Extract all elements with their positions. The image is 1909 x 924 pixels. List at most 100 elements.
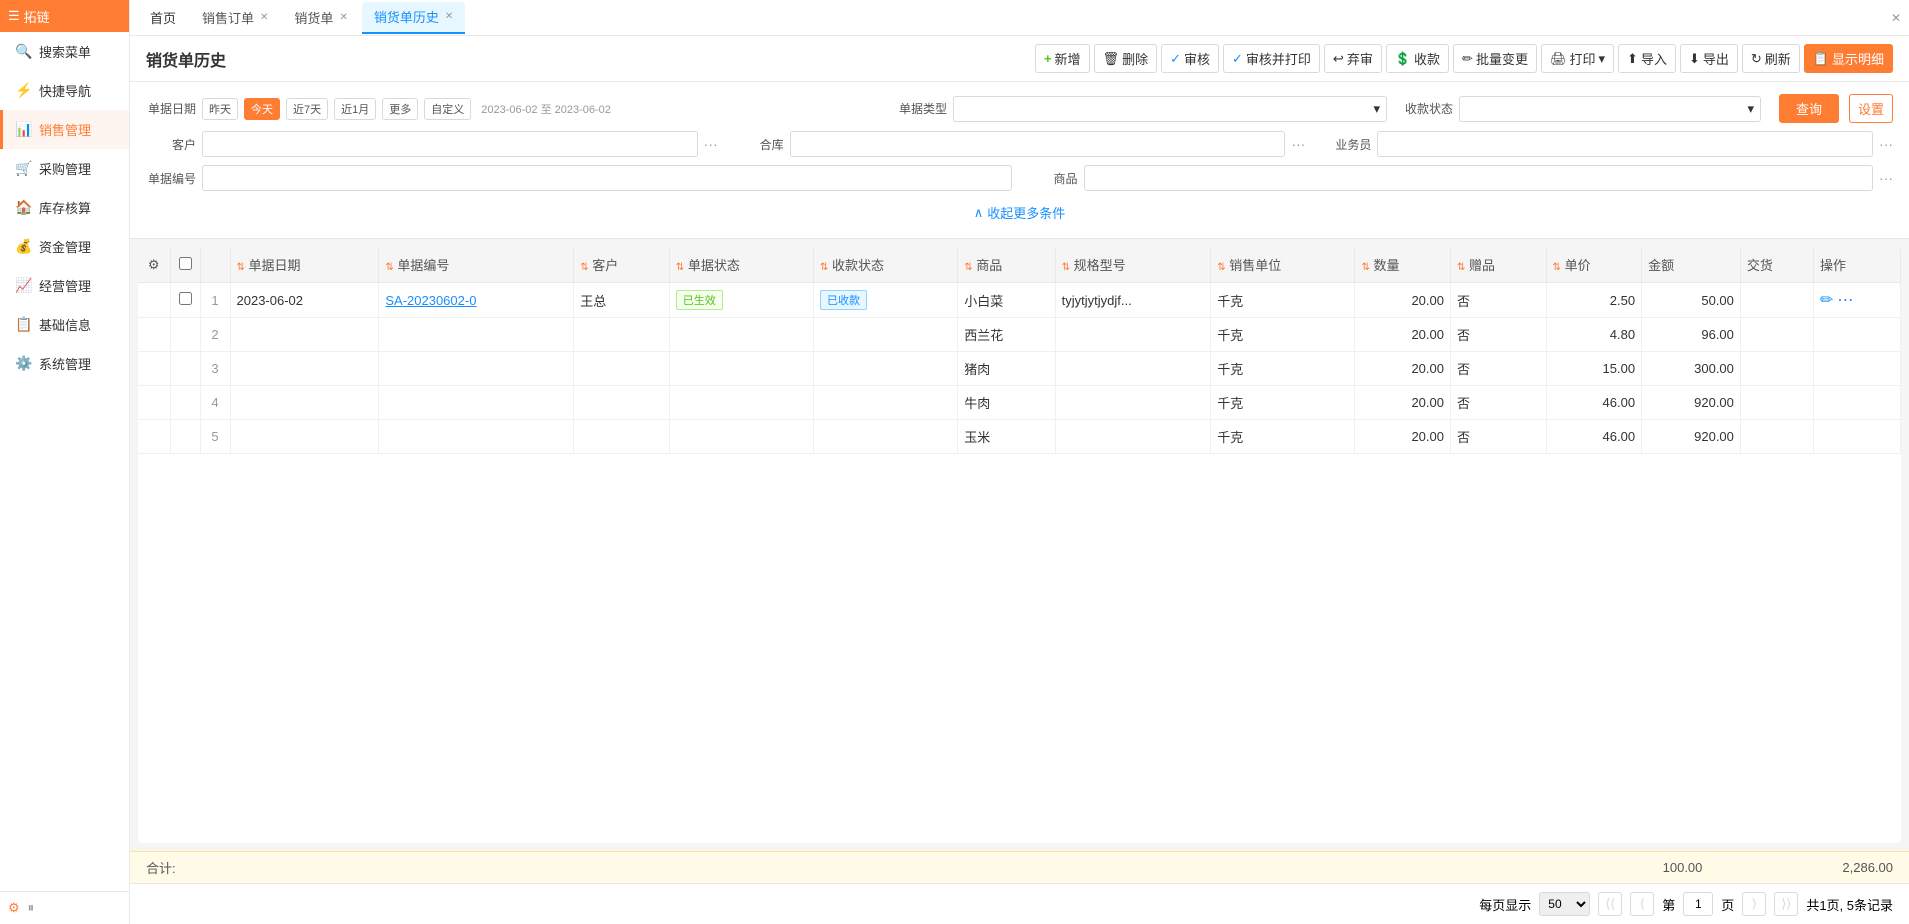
td-doc-status: [669, 420, 813, 454]
edit-action-btn[interactable]: ✏: [1820, 290, 1833, 310]
th-customer[interactable]: ⇅ 客户: [574, 247, 670, 283]
td-settings: [138, 386, 170, 420]
last-page-btn[interactable]: ⟩⟩: [1774, 892, 1798, 916]
sidebar-bottom-icon2[interactable]: ⏸: [28, 900, 35, 916]
sidebar-item-sales-mgmt[interactable]: 📊 销售管理: [0, 110, 129, 149]
main-area: 首页 销售订单 ✕ 销货单 ✕ 销货单历史 ✕ ✕ 销货单历史 + 新增: [130, 0, 1909, 924]
th-settings[interactable]: ⚙: [138, 247, 170, 283]
show-detail-button[interactable]: 📋 显示明细: [1804, 44, 1893, 73]
sidebar: ☰ 拓链 🔍 搜索菜单 ⚡ 快捷导航 📊 销售管理 🛒 采购管理 🏠 库存核算 …: [0, 0, 130, 924]
td-checkbox[interactable]: [170, 420, 200, 454]
td-checkbox[interactable]: [170, 352, 200, 386]
th-checkbox[interactable]: [170, 247, 200, 283]
collapse-btn[interactable]: ∧ 收起更多条件: [970, 199, 1070, 226]
audit-button[interactable]: ✓ 审核: [1161, 44, 1219, 73]
goods-ellipsis[interactable]: ···: [1879, 170, 1893, 186]
sidebar-item-sys-mgmt[interactable]: ⚙️ 系统管理: [0, 344, 129, 383]
page-size-select[interactable]: 50 10 20 100: [1539, 892, 1590, 916]
abandon-button[interactable]: ↩ 弃审: [1324, 44, 1382, 73]
sort-icon: ⇅: [1361, 262, 1369, 273]
date-today[interactable]: 今天: [244, 98, 280, 120]
import-button[interactable]: ⬆ 导入: [1618, 44, 1676, 73]
quick-nav-icon: ⚡: [15, 82, 31, 99]
add-icon: +: [1044, 51, 1052, 66]
warehouse-input[interactable]: [790, 131, 1286, 157]
sidebar-item-search-menu[interactable]: 🔍 搜索菜单: [0, 32, 129, 71]
sidebar-item-purchase-mgmt[interactable]: 🛒 采购管理: [0, 149, 129, 188]
th-goods[interactable]: ⇅ 商品: [958, 247, 1055, 283]
th-qty[interactable]: ⇅ 数量: [1355, 247, 1451, 283]
salesman-ellipsis[interactable]: ···: [1879, 136, 1893, 152]
tab-sales-order[interactable]: 销售订单 ✕: [190, 2, 280, 34]
tab-sales-history[interactable]: 销货单历史 ✕: [362, 2, 465, 34]
tab-sales-goods[interactable]: 销货单 ✕: [282, 2, 359, 34]
date-more[interactable]: 更多: [382, 98, 418, 120]
collapse-up-icon: ∧: [974, 205, 984, 221]
next-page-btn[interactable]: ⟩: [1742, 892, 1766, 916]
more-action-btn[interactable]: ⋯: [1837, 290, 1853, 310]
collect-status-select[interactable]: ▾: [1459, 96, 1761, 122]
th-date[interactable]: ⇅ 单据日期: [230, 247, 379, 283]
row-checkbox[interactable]: [179, 292, 192, 305]
date-custom[interactable]: 自定义: [424, 98, 471, 120]
sidebar-item-quick-nav[interactable]: ⚡ 快捷导航: [0, 71, 129, 110]
th-gift[interactable]: ⇅ 赠品: [1451, 247, 1547, 283]
sidebar-item-basic-info[interactable]: 📋 基础信息: [0, 305, 129, 344]
doc-no-link[interactable]: SA-20230602-0: [385, 293, 476, 308]
inventory-icon: 🏠: [15, 199, 31, 216]
audit-print-button[interactable]: ✓ 审核并打印: [1223, 44, 1320, 73]
warehouse-ellipsis[interactable]: ···: [1291, 136, 1305, 152]
tab-sales-order-close[interactable]: ✕: [260, 12, 268, 23]
td-action: [1813, 386, 1900, 420]
refresh-button[interactable]: ↻ 刷新: [1742, 44, 1800, 73]
td-checkbox[interactable]: [170, 386, 200, 420]
sidebar-item-finance[interactable]: 💰 资金管理: [0, 227, 129, 266]
prev-page-btn[interactable]: ⟨: [1630, 892, 1654, 916]
collect-button[interactable]: 💲 收款: [1386, 44, 1449, 73]
date-yesterday[interactable]: 昨天: [202, 98, 238, 120]
toolbar: + 新增 🗑 删除 ✓ 审核 ✓ 审核并打印 ↩ 弃审: [1035, 44, 1893, 73]
first-page-btn[interactable]: ⟨⟨: [1598, 892, 1622, 916]
tab-sales-history-close[interactable]: ✕: [445, 11, 453, 22]
sidebar-item-inventory[interactable]: 🏠 库存核算: [0, 188, 129, 227]
customer-ellipsis[interactable]: ···: [704, 136, 718, 152]
td-price: 46.00: [1546, 386, 1642, 420]
search-menu-icon: 🔍: [15, 43, 31, 60]
td-checkbox[interactable]: [170, 283, 200, 318]
sidebar-bottom-icon1[interactable]: ⚙: [8, 900, 20, 916]
page-input[interactable]: [1683, 892, 1713, 916]
setting-button[interactable]: 设置: [1849, 94, 1893, 123]
window-close-btn[interactable]: ✕: [1891, 11, 1901, 25]
td-date: [230, 352, 379, 386]
th-collect-status[interactable]: ⇅ 收款状态: [814, 247, 958, 283]
delete-button[interactable]: 🗑 删除: [1094, 44, 1158, 73]
th-price[interactable]: ⇅ 单价: [1546, 247, 1642, 283]
tab-home[interactable]: 首页: [138, 2, 188, 34]
export-button[interactable]: ⬇ 导出: [1680, 44, 1738, 73]
docno-input[interactable]: [202, 165, 1012, 191]
th-doc-status[interactable]: ⇅ 单据状态: [669, 247, 813, 283]
filter-row-3: 单据编号 商品 ···: [146, 165, 1893, 191]
print-button[interactable]: 🖨 打印 ▾: [1541, 44, 1614, 73]
add-button[interactable]: + 新增: [1035, 44, 1090, 73]
date-1month[interactable]: 近1月: [334, 98, 376, 120]
td-checkbox[interactable]: [170, 318, 200, 352]
doc-type-select[interactable]: ▾: [953, 96, 1387, 122]
goods-input[interactable]: [1084, 165, 1874, 191]
sidebar-item-label: 采购管理: [39, 159, 91, 178]
tab-sales-goods-close[interactable]: ✕: [339, 12, 347, 23]
td-goods: 西兰花: [958, 318, 1055, 352]
th-docno[interactable]: ⇅ 单据编号: [379, 247, 574, 283]
td-collect-status: 已收款: [814, 283, 958, 318]
td-gift: 否: [1451, 283, 1547, 318]
batch-change-button[interactable]: ✏ 批量变更: [1453, 44, 1537, 73]
add-label: 新增: [1055, 49, 1081, 68]
date-7days[interactable]: 近7天: [286, 98, 328, 120]
query-button[interactable]: 查询: [1779, 94, 1839, 123]
th-unit[interactable]: ⇅ 销售单位: [1211, 247, 1355, 283]
th-spec[interactable]: ⇅ 规格型号: [1055, 247, 1211, 283]
salesman-input[interactable]: [1377, 131, 1873, 157]
customer-input[interactable]: [202, 131, 698, 157]
select-all-checkbox[interactable]: [179, 257, 192, 270]
sidebar-item-operations[interactable]: 📈 经营管理: [0, 266, 129, 305]
